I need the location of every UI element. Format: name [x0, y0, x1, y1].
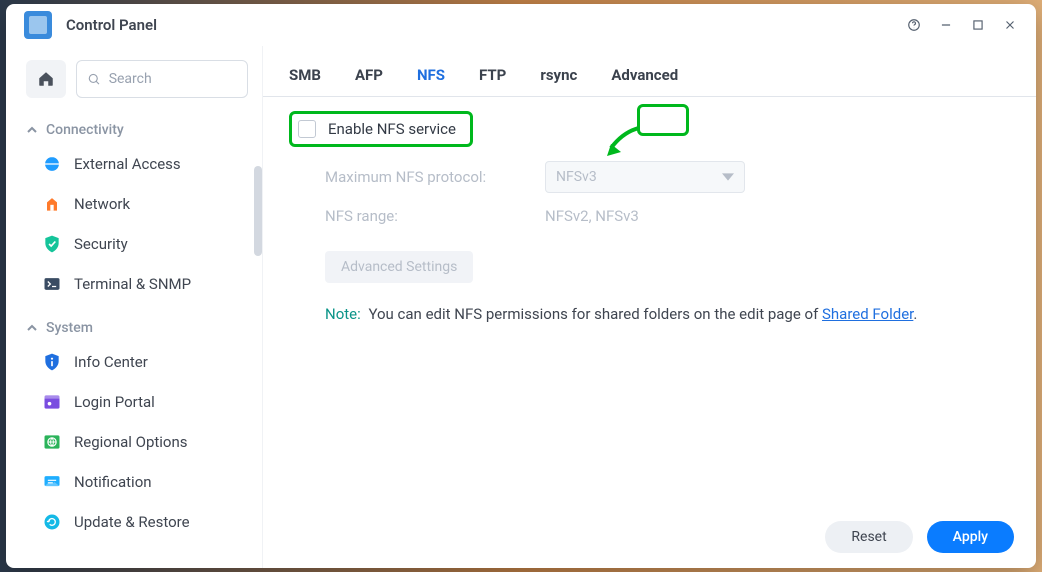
tab-bar: SMB AFP NFS FTP rsync Advanced [263, 46, 1036, 97]
sidebar-scroll[interactable]: Connectivity External Access Network Securi… [6, 106, 262, 568]
window-title: Control Panel [66, 16, 157, 34]
sidebar-item-label: Terminal & SNMP [74, 275, 191, 293]
tab-afp[interactable]: AFP [351, 64, 387, 86]
sidebar: Connectivity External Access Network Securi… [6, 46, 262, 568]
sidebar-item-external-access[interactable]: External Access [12, 144, 256, 184]
external-access-icon [42, 154, 62, 174]
main-panel: SMB AFP NFS FTP rsync Advanced Enable NFS ser… [262, 46, 1036, 568]
max-proto-select[interactable]: NFSv3 [545, 161, 745, 193]
sidebar-item-login-portal[interactable]: Login Portal [12, 382, 256, 422]
enable-nfs-highlight: Enable NFS service [289, 111, 473, 147]
info-icon [42, 352, 62, 372]
chevron-down-icon [722, 171, 734, 183]
note-body: You can edit NFS permissions for shared … [365, 305, 822, 323]
minimize-button[interactable] [930, 9, 962, 41]
close-button[interactable] [994, 9, 1026, 41]
sidebar-item-label: External Access [74, 155, 181, 173]
maximize-button[interactable] [962, 9, 994, 41]
sidebar-item-network[interactable]: Network [12, 184, 256, 224]
tab-content: Enable NFS service Maximum NFS protocol:… [263, 97, 1036, 506]
login-portal-icon [42, 392, 62, 412]
sidebar-item-label: Info Center [74, 353, 148, 371]
terminal-icon [42, 274, 62, 294]
advanced-settings-button[interactable]: Advanced Settings [325, 251, 473, 283]
titlebar: Control Panel [6, 4, 1036, 46]
app-icon [24, 11, 52, 39]
sidebar-item-label: Update & Restore [74, 513, 190, 531]
sidebar-scrollbar[interactable] [254, 166, 262, 256]
note-suffix: . [913, 305, 917, 323]
chevron-up-icon [26, 322, 38, 334]
nfs-range-label: NFS range: [325, 207, 545, 225]
update-icon [42, 512, 62, 532]
sidebar-item-label: Notification [74, 473, 152, 491]
security-icon [42, 234, 62, 254]
enable-nfs-label: Enable NFS service [328, 120, 456, 138]
search-input[interactable] [109, 71, 237, 87]
reset-button[interactable]: Reset [825, 521, 912, 553]
enable-nfs-checkbox[interactable] [298, 120, 316, 138]
max-proto-label: Maximum NFS protocol: [325, 168, 545, 186]
control-panel-window: Control Panel Connectivity External Acces… [6, 4, 1036, 568]
sidebar-item-label: Security [74, 235, 128, 253]
sidebar-group-label: Connectivity [46, 122, 124, 138]
search-field[interactable] [76, 60, 248, 98]
sidebar-item-info-center[interactable]: Info Center [12, 342, 256, 382]
sidebar-item-security[interactable]: Security [12, 224, 256, 264]
sidebar-item-notification[interactable]: Notification [12, 462, 256, 502]
max-proto-value: NFSv3 [556, 169, 597, 185]
tab-advanced[interactable]: Advanced [607, 64, 682, 86]
tab-smb[interactable]: SMB [285, 64, 325, 86]
note-text: Note: You can edit NFS permissions for s… [325, 305, 1014, 323]
sidebar-group-connectivity[interactable]: Connectivity [6, 106, 262, 144]
sidebar-item-regional-options[interactable]: Regional Options [12, 422, 256, 462]
tab-rsync[interactable]: rsync [536, 64, 581, 86]
chevron-up-icon [26, 124, 38, 136]
home-button[interactable] [26, 60, 66, 98]
sidebar-item-terminal-snmp[interactable]: Terminal & SNMP [12, 264, 256, 304]
sidebar-group-system[interactable]: System [6, 304, 262, 342]
sidebar-group-label: System [46, 320, 93, 336]
help-button[interactable] [898, 9, 930, 41]
network-icon [42, 194, 62, 214]
footer: Reset Apply [263, 506, 1036, 568]
nfs-range-value: NFSv2, NFSv3 [545, 207, 639, 225]
sidebar-item-label: Regional Options [74, 433, 188, 451]
tab-ftp[interactable]: FTP [475, 64, 510, 86]
notification-icon [42, 472, 62, 492]
search-icon [87, 71, 101, 87]
sidebar-item-label: Network [74, 195, 130, 213]
apply-button[interactable]: Apply [927, 521, 1014, 553]
note-prefix: Note: [325, 305, 365, 323]
sidebar-item-label: Login Portal [74, 393, 155, 411]
sidebar-item-update-restore[interactable]: Update & Restore [12, 502, 256, 542]
regional-icon [42, 432, 62, 452]
shared-folder-link[interactable]: Shared Folder [822, 305, 913, 323]
tab-nfs[interactable]: NFS [413, 64, 449, 86]
